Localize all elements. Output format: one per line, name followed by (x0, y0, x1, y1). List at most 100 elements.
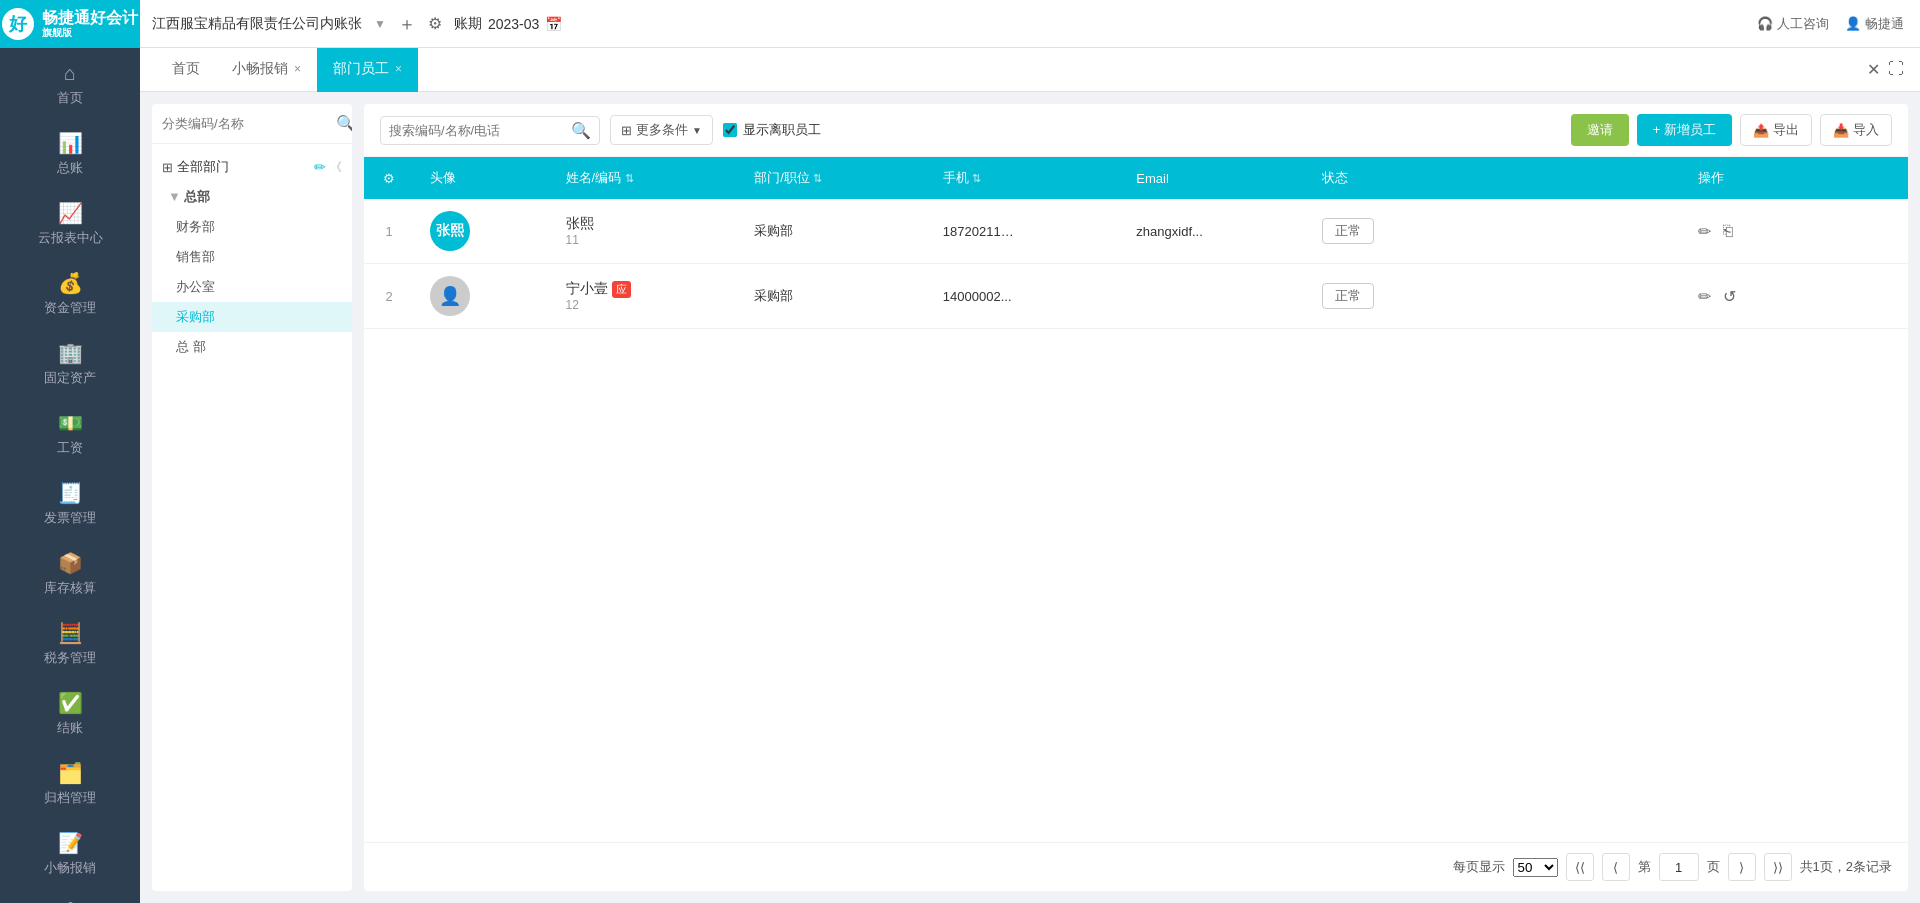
sidebar-item-home[interactable]: ⌂ 首页 (0, 48, 140, 117)
th-name-sort-icon: ⇅ (625, 172, 634, 184)
export-icon: 📤 (1753, 123, 1769, 138)
topbar: 好 畅捷通好会计 旗舰版 江西服宝精品有限责任公司内账张 ▼ ＋ ⚙ 账期 20… (0, 0, 1920, 48)
dept-item-finance[interactable]: 财务部 (152, 212, 352, 242)
tab-dept-employee[interactable]: 部门员工 × (317, 48, 418, 92)
import-button[interactable]: 📥 导入 (1820, 114, 1892, 146)
th-dept-sort-icon: ⇅ (813, 172, 822, 184)
show-resigned-label: 显示离职员工 (743, 121, 821, 139)
export-button[interactable]: 📤 导出 (1740, 114, 1812, 146)
employee-search-input[interactable] (389, 123, 565, 138)
inventory-icon: 📦 (58, 551, 83, 575)
page-size-select[interactable]: 50 10 20 100 (1513, 858, 1558, 877)
main-layout: ⌂ 首页 📊 总账 📈 云报表中心 💰 资金管理 🏢 固定资产 💵 工资 🧾 发… (0, 48, 1920, 903)
dept-all-header[interactable]: ⊞ 全部部门 ✏ 《 (152, 152, 352, 182)
sidebar-item-expense[interactable]: 📝 小畅报销 (0, 817, 140, 887)
th-dept[interactable]: 部门/职位 ⇅ (738, 157, 927, 199)
dept-item-sales[interactable]: 销售部 (152, 242, 352, 272)
invite-button[interactable]: 邀请 (1571, 114, 1629, 146)
filter-chevron-icon: ▼ (692, 125, 702, 136)
add-company-icon[interactable]: ＋ (398, 12, 416, 36)
employee-search-icon[interactable]: 🔍 (571, 121, 591, 140)
topbar-right: 🎧 人工咨询 👤 畅捷通 (1757, 15, 1904, 33)
delete-icon[interactable]: ↺ (1723, 287, 1736, 306)
cell-phone: 14000002... (927, 264, 1121, 329)
sidebar-label-invoice: 发票管理 (44, 509, 96, 527)
cell-dept: 采购部 (738, 199, 927, 264)
th-dept-label: 部门/职位 (754, 170, 810, 185)
dept-collapse-icon[interactable]: 《 (330, 159, 342, 176)
period-value: 2023-03 (488, 16, 539, 32)
filter-label: 更多条件 (636, 121, 688, 139)
user-menu[interactable]: 👤 畅捷通 (1845, 15, 1904, 33)
edit-icon[interactable]: ✏ (1698, 222, 1711, 241)
cell-email (1120, 264, 1305, 329)
tab-home[interactable]: 首页 (156, 48, 216, 92)
cell-status: 正常 (1306, 264, 1682, 329)
sidebar-item-funds[interactable]: 💰 资金管理 (0, 257, 140, 327)
import-icon: 📥 (1833, 123, 1849, 138)
dept-item-purchase[interactable]: 采购部 (152, 302, 352, 332)
add-employee-button[interactable]: + 新增员工 (1637, 114, 1732, 146)
dropdown-icon[interactable]: ▼ (374, 17, 386, 31)
sidebar-item-close[interactable]: ✅ 结账 (0, 677, 140, 747)
period: 账期 2023-03 📅 (454, 15, 562, 33)
th-phone[interactable]: 手机 ⇅ (927, 157, 1121, 199)
edit-icon[interactable]: ✏ (1698, 287, 1711, 306)
sidebar-item-reports[interactable]: 📈 云报表中心 (0, 187, 140, 257)
company-name[interactable]: 江西服宝精品有限责任公司内账张 (152, 15, 362, 33)
sidebar-item-inventory[interactable]: 📦 库存核算 (0, 537, 140, 607)
settings-icon[interactable]: ⚙ (428, 14, 442, 33)
calendar-icon[interactable]: 📅 (545, 16, 562, 32)
cell-phone: 18720211… (927, 199, 1121, 264)
sidebar-item-ledger[interactable]: 📊 总账 (0, 117, 140, 187)
sidebar-item-settings[interactable]: ⚙️ 基础设置 (0, 887, 140, 903)
ledger-icon: 📊 (58, 131, 83, 155)
content-area: 首页 小畅报销 × 部门员工 × ✕ ⛶ 🔍 (140, 48, 1920, 903)
service-button[interactable]: 🎧 人工咨询 (1757, 15, 1829, 33)
sidebar-label-inventory: 库存核算 (44, 579, 96, 597)
logout-icon[interactable]: ⎗ (1723, 222, 1733, 241)
sidebar-item-tax[interactable]: 🧮 税务管理 (0, 607, 140, 677)
page-size-label: 每页显示 (1453, 858, 1505, 876)
show-resigned-checkbox[interactable] (723, 123, 737, 137)
tab-expense-close[interactable]: × (294, 62, 301, 76)
cell-name: 张熙11 (550, 199, 739, 264)
th-name[interactable]: 姓名/编码 ⇅ (550, 157, 739, 199)
dept-search-input[interactable] (162, 116, 330, 131)
page-last-button[interactable]: ⟩⟩ (1764, 853, 1792, 881)
show-resigned-checkbox-label[interactable]: 显示离职员工 (723, 121, 821, 139)
page-number-input[interactable] (1659, 853, 1699, 881)
filter-button[interactable]: ⊞ 更多条件 ▼ (610, 115, 713, 145)
th-status: 状态 (1306, 157, 1682, 199)
tab-dept-close[interactable]: × (395, 62, 402, 76)
sidebar-label-tax: 税务管理 (44, 649, 96, 667)
dept-tree: ⊞ 全部部门 ✏ 《 ▼ 总部 财务部 销售部 办公室 采购部 总 部 (152, 144, 352, 891)
close-tab-icon[interactable]: ✕ (1867, 60, 1880, 79)
dept-grid-icon: ⊞ (162, 160, 173, 175)
expand-icon[interactable]: ⛶ (1888, 60, 1904, 79)
sidebar-item-archive[interactable]: 🗂️ 归档管理 (0, 747, 140, 817)
dept-item-headquarters[interactable]: 总 部 (152, 332, 352, 362)
tab-expense[interactable]: 小畅报销 × (216, 48, 317, 92)
cell-avatar: 张熙 (414, 199, 550, 264)
dept-item-office[interactable]: 办公室 (152, 272, 352, 302)
page-first-button[interactable]: ⟨⟨ (1566, 853, 1594, 881)
sidebar-item-assets[interactable]: 🏢 固定资产 (0, 327, 140, 397)
settings-col-icon[interactable]: ⚙ (383, 171, 395, 186)
sidebar-item-payroll[interactable]: 💵 工资 (0, 397, 140, 467)
page-next-button[interactable]: ⟩ (1728, 853, 1756, 881)
sidebar-label-home: 首页 (57, 89, 83, 107)
dept-search-icon[interactable]: 🔍 (336, 114, 352, 133)
funds-icon: 💰 (58, 271, 83, 295)
user-name: 畅捷通 (1865, 15, 1904, 33)
sidebar-item-invoice[interactable]: 🧾 发票管理 (0, 467, 140, 537)
sidebar-label-assets: 固定资产 (44, 369, 96, 387)
page-prev-button[interactable]: ⟨ (1602, 853, 1630, 881)
tabs-controls: ✕ ⛶ (1867, 60, 1904, 79)
dept-edit-icon[interactable]: ✏ (314, 159, 326, 175)
sidebar-label-payroll: 工资 (57, 439, 83, 457)
user-icon: 👤 (1845, 16, 1861, 31)
dept-item-head[interactable]: ▼ 总部 (152, 182, 352, 212)
cell-actions: ✏ ⎗ (1682, 199, 1908, 264)
page-di-label: 第 (1638, 858, 1651, 876)
